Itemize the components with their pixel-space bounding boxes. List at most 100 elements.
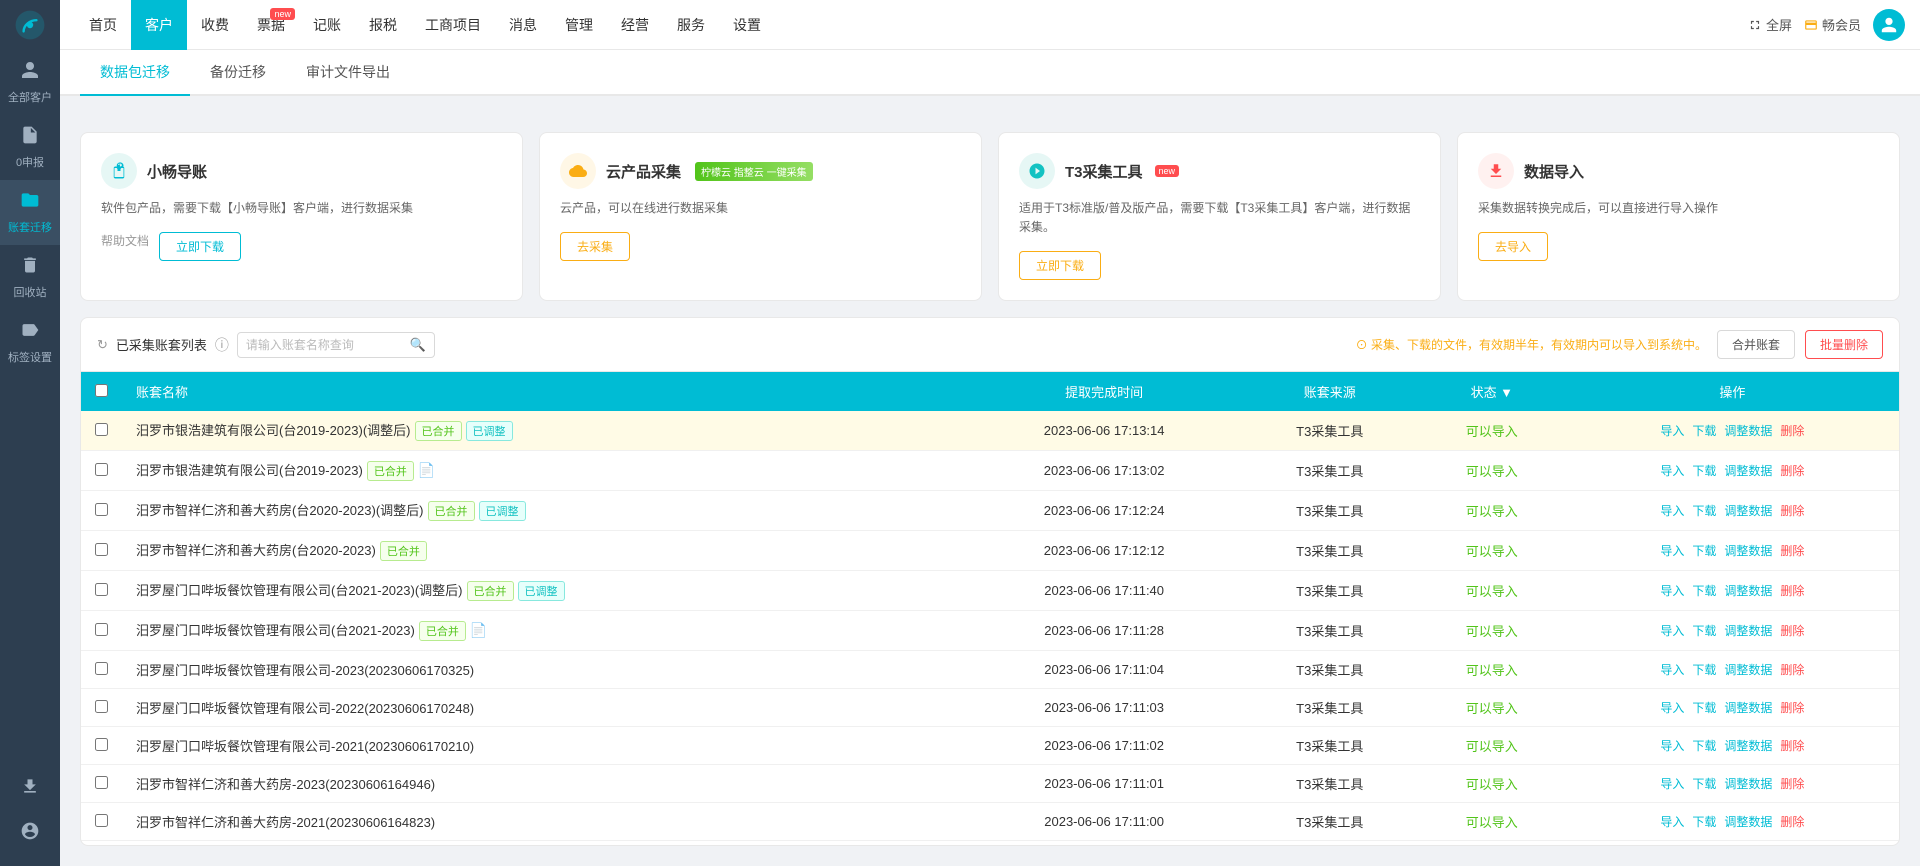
action-删除[interactable]: 删除 [1780, 663, 1804, 677]
action-导入[interactable]: 导入 [1660, 464, 1684, 478]
action-调整数据[interactable]: 调整数据 [1724, 701, 1772, 715]
action-删除[interactable]: 删除 [1780, 815, 1804, 829]
action-调整数据[interactable]: 调整数据 [1724, 584, 1772, 598]
action-下载[interactable]: 下载 [1692, 663, 1716, 677]
download-icon [20, 776, 40, 801]
row-checkbox[interactable] [95, 543, 108, 556]
batch-delete-btn[interactable]: 批量删除 [1805, 330, 1883, 359]
action-下载[interactable]: 下载 [1692, 815, 1716, 829]
action-调整数据[interactable]: 调整数据 [1724, 464, 1772, 478]
sidebar-item-zero-report[interactable]: 0申报 [0, 115, 60, 180]
action-导入[interactable]: 导入 [1660, 544, 1684, 558]
row-name-cell: 汨罗屋门口哔坂餐饮管理有限公司(台2021-2023)(调整后)已合并已调整 [122, 571, 967, 611]
row-checkbox[interactable] [95, 776, 108, 789]
search-box: 🔍 [237, 332, 435, 358]
topnav-fee[interactable]: 收费 [187, 0, 243, 50]
avatar-icon [1880, 16, 1898, 34]
action-删除[interactable]: 删除 [1780, 777, 1804, 791]
action-下载[interactable]: 下载 [1692, 624, 1716, 638]
action-删除[interactable]: 删除 [1780, 504, 1804, 518]
action-调整数据[interactable]: 调整数据 [1724, 624, 1772, 638]
row-actions-cell: 导入下载调整数据删除 [1566, 571, 1899, 611]
search-icon[interactable]: 🔍 [410, 337, 426, 353]
t3-download-btn[interactable]: 立即下载 [1019, 251, 1101, 280]
action-删除[interactable]: 删除 [1780, 624, 1804, 638]
refresh-icon[interactable]: ↻ [97, 337, 108, 353]
action-下载[interactable]: 下载 [1692, 584, 1716, 598]
search-input[interactable] [246, 338, 406, 352]
action-调整数据[interactable]: 调整数据 [1724, 739, 1772, 753]
row-checkbox[interactable] [95, 700, 108, 713]
data-import-btn[interactable]: 去导入 [1478, 232, 1548, 261]
row-checkbox[interactable] [95, 662, 108, 675]
topnav-bookkeeping[interactable]: 记账 [299, 0, 355, 50]
sidebar-download[interactable] [0, 766, 60, 811]
row-checkbox[interactable] [95, 623, 108, 636]
action-调整数据[interactable]: 调整数据 [1724, 815, 1772, 829]
topnav-business[interactable]: 工商项目 [411, 0, 495, 50]
action-删除[interactable]: 删除 [1780, 464, 1804, 478]
action-调整数据[interactable]: 调整数据 [1724, 504, 1772, 518]
sidebar-item-recycle[interactable]: 回收站 [0, 245, 60, 310]
sidebar-logo[interactable] [0, 0, 60, 50]
row-checkbox[interactable] [95, 503, 108, 516]
topnav-manage[interactable]: 管理 [551, 0, 607, 50]
user-avatar[interactable] [1873, 9, 1905, 41]
topnav-settings[interactable]: 设置 [719, 0, 775, 50]
action-下载[interactable]: 下载 [1692, 544, 1716, 558]
sidebar-user[interactable] [0, 811, 60, 856]
action-调整数据[interactable]: 调整数据 [1724, 663, 1772, 677]
action-下载[interactable]: 下载 [1692, 739, 1716, 753]
data-import-icon [1478, 153, 1514, 189]
row-checkbox[interactable] [95, 463, 108, 476]
sidebar-item-tag-settings[interactable]: 标签设置 [0, 310, 60, 375]
action-导入[interactable]: 导入 [1660, 424, 1684, 438]
select-all-checkbox[interactable] [95, 384, 108, 397]
row-checkbox-cell [81, 531, 122, 571]
member-btn[interactable]: 畅会员 [1804, 15, 1861, 34]
row-tag: 已调整 [479, 501, 526, 521]
cloud-collect-btn[interactable]: 去采集 [560, 232, 630, 261]
action-调整数据[interactable]: 调整数据 [1724, 777, 1772, 791]
topnav-service[interactable]: 服务 [663, 0, 719, 50]
action-导入[interactable]: 导入 [1660, 777, 1684, 791]
topnav-invoice[interactable]: 票据 new [243, 0, 299, 50]
action-调整数据[interactable]: 调整数据 [1724, 424, 1772, 438]
sidebar-item-all-clients[interactable]: 全部客户 [0, 50, 60, 115]
tab-backup-migrate[interactable]: 备份迁移 [190, 50, 286, 96]
action-导入[interactable]: 导入 [1660, 624, 1684, 638]
row-checkbox[interactable] [95, 814, 108, 827]
tab-data-migrate[interactable]: 数据包迁移 [80, 50, 190, 96]
action-删除[interactable]: 删除 [1780, 424, 1804, 438]
row-checkbox[interactable] [95, 423, 108, 436]
row-checkbox[interactable] [95, 583, 108, 596]
tab-audit-export[interactable]: 审计文件导出 [286, 50, 410, 96]
action-导入[interactable]: 导入 [1660, 739, 1684, 753]
topnav-tax[interactable]: 报税 [355, 0, 411, 50]
action-下载[interactable]: 下载 [1692, 424, 1716, 438]
topnav-message[interactable]: 消息 [495, 0, 551, 50]
action-删除[interactable]: 删除 [1780, 544, 1804, 558]
fullscreen-btn[interactable]: 全屏 [1748, 15, 1792, 34]
action-导入[interactable]: 导入 [1660, 584, 1684, 598]
xiao-chang-help-link[interactable]: 帮助文档 [101, 232, 149, 261]
action-导入[interactable]: 导入 [1660, 663, 1684, 677]
action-下载[interactable]: 下载 [1692, 504, 1716, 518]
xiao-chang-download-btn[interactable]: 立即下载 [159, 232, 241, 261]
action-导入[interactable]: 导入 [1660, 504, 1684, 518]
action-导入[interactable]: 导入 [1660, 701, 1684, 715]
action-下载[interactable]: 下载 [1692, 464, 1716, 478]
topnav-client[interactable]: 客户 [131, 0, 187, 50]
topnav-home[interactable]: 首页 [75, 0, 131, 50]
action-下载[interactable]: 下载 [1692, 777, 1716, 791]
sidebar-item-account-migrate[interactable]: 账套迁移 [0, 180, 60, 245]
topnav-operation[interactable]: 经营 [607, 0, 663, 50]
action-删除[interactable]: 删除 [1780, 701, 1804, 715]
action-删除[interactable]: 删除 [1780, 739, 1804, 753]
row-checkbox[interactable] [95, 738, 108, 751]
action-删除[interactable]: 删除 [1780, 584, 1804, 598]
action-下载[interactable]: 下载 [1692, 701, 1716, 715]
merge-btn[interactable]: 合并账套 [1717, 330, 1795, 359]
action-调整数据[interactable]: 调整数据 [1724, 544, 1772, 558]
action-导入[interactable]: 导入 [1660, 815, 1684, 829]
